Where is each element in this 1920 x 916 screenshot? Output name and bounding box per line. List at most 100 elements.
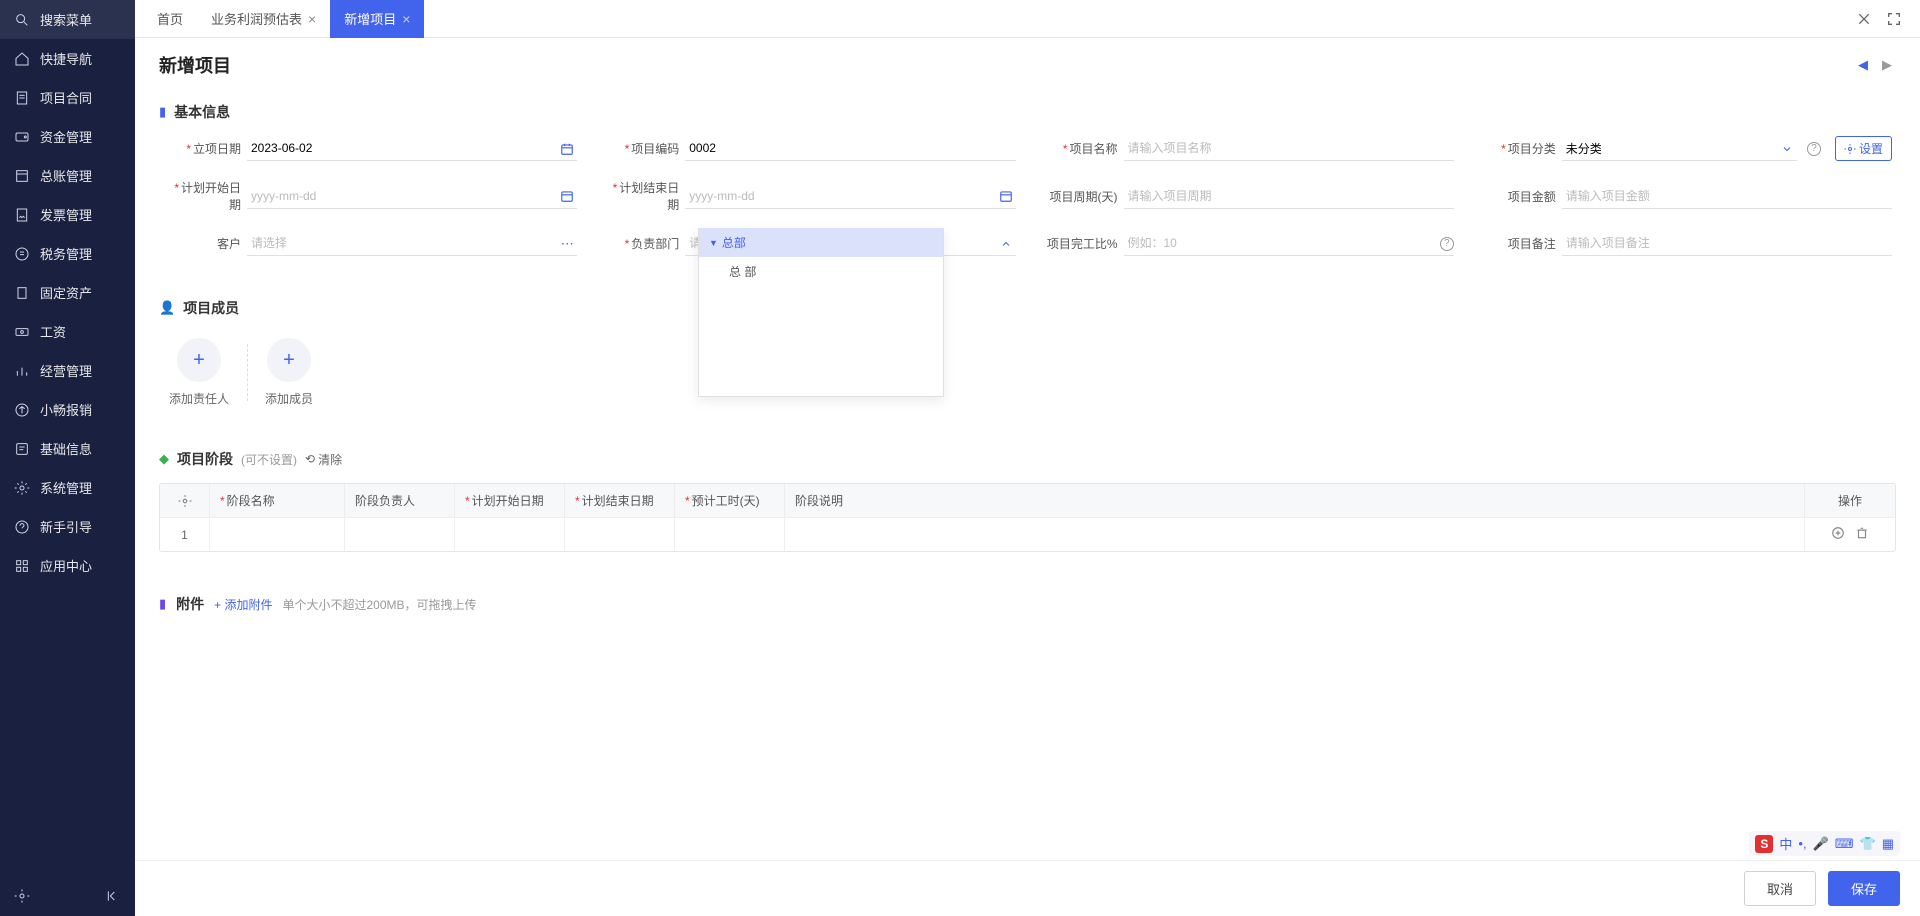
col-end: *计划结束日期 bbox=[565, 484, 675, 517]
stage-icon: ◆ bbox=[159, 451, 169, 467]
col-name: *阶段名称 bbox=[210, 484, 345, 517]
home-icon bbox=[14, 51, 30, 67]
settings-button[interactable]: 设置 bbox=[1835, 136, 1892, 161]
prev-icon[interactable]: ◀ bbox=[1854, 56, 1872, 74]
sidebar-item-funds[interactable]: 资金管理 bbox=[0, 117, 135, 156]
sidebar-item-invoice[interactable]: 发票管理 bbox=[0, 195, 135, 234]
sidebar-item-tax[interactable]: 税务管理 bbox=[0, 234, 135, 273]
ledger-icon bbox=[14, 168, 30, 184]
building-icon bbox=[14, 285, 30, 301]
help-icon[interactable]: ? bbox=[1440, 237, 1454, 251]
ime-lang[interactable]: 中 bbox=[1779, 834, 1792, 853]
more-icon[interactable]: ⋯ bbox=[559, 236, 575, 252]
tab-profit[interactable]: 业务利润预估表× bbox=[197, 0, 330, 38]
card-stages: ◆ 项目阶段 (可不设置) ⟲ 清除 *阶段名称 阶段负责人 *计划开始日期 *… bbox=[149, 435, 1906, 566]
stage-clear[interactable]: ⟲ 清除 bbox=[305, 451, 342, 468]
calendar-icon[interactable] bbox=[559, 188, 575, 204]
input-cycle[interactable] bbox=[1124, 184, 1454, 209]
input-category[interactable] bbox=[1562, 136, 1797, 161]
sidebar-item-basic[interactable]: 基础信息 bbox=[0, 429, 135, 468]
section-title-stages: 项目阶段 bbox=[177, 449, 233, 469]
salary-icon bbox=[14, 324, 30, 340]
sidebar-search[interactable]: 搜索菜单 bbox=[0, 0, 135, 39]
section-title-members: 项目成员 bbox=[183, 298, 239, 318]
next-icon[interactable]: ▶ bbox=[1878, 56, 1896, 74]
collapse-icon[interactable] bbox=[105, 888, 121, 904]
ime-tool-icon[interactable]: ▦ bbox=[1882, 836, 1894, 852]
sidebar-item-system[interactable]: 系统管理 bbox=[0, 468, 135, 507]
col-desc: 阶段说明 bbox=[785, 484, 1805, 517]
input-customer[interactable] bbox=[247, 231, 577, 256]
calendar-icon[interactable] bbox=[998, 188, 1014, 204]
input-code[interactable] bbox=[685, 136, 1015, 161]
tabs-bar: 首页 业务利润预估表× 新增项目× bbox=[135, 0, 1920, 38]
sidebar-item-ledger[interactable]: 总账管理 bbox=[0, 156, 135, 195]
chevron-down-icon[interactable] bbox=[1779, 141, 1795, 157]
sidebar-item-operation[interactable]: 经营管理 bbox=[0, 351, 135, 390]
search-icon bbox=[14, 12, 30, 28]
section-title-attach: 附件 bbox=[176, 594, 204, 614]
close-page-icon[interactable] bbox=[1854, 9, 1874, 29]
close-icon[interactable]: × bbox=[402, 11, 410, 27]
info-icon bbox=[14, 441, 30, 457]
settings-icon[interactable] bbox=[14, 888, 30, 904]
sidebar-item-guide[interactable]: 新手引导 bbox=[0, 507, 135, 546]
ime-skin-icon[interactable]: 👕 bbox=[1860, 836, 1876, 852]
sidebar-item-apps[interactable]: 应用中心 bbox=[0, 546, 135, 585]
stage-table: *阶段名称 阶段负责人 *计划开始日期 *计划结束日期 *预计工时(天) 阶段说… bbox=[159, 483, 1896, 552]
col-start: *计划开始日期 bbox=[455, 484, 565, 517]
dropdown-item-child[interactable]: 总 部 bbox=[699, 257, 943, 286]
section-title-basic: 基本信息 bbox=[174, 102, 230, 122]
cancel-button[interactable]: 取消 bbox=[1744, 871, 1816, 906]
gear-icon bbox=[14, 480, 30, 496]
input-date[interactable] bbox=[247, 136, 577, 161]
tab-newproject[interactable]: 新增项目× bbox=[330, 0, 424, 38]
section-icon: ▮ bbox=[159, 104, 166, 120]
input-ratio[interactable] bbox=[1124, 231, 1454, 256]
close-icon[interactable]: × bbox=[308, 11, 316, 27]
sidebar-item-quicknav[interactable]: 快捷导航 bbox=[0, 39, 135, 78]
save-button[interactable]: 保存 bbox=[1828, 871, 1900, 906]
expense-icon bbox=[14, 402, 30, 418]
input-plan-end[interactable] bbox=[685, 184, 1015, 209]
add-attachment[interactable]: + 添加附件 bbox=[214, 596, 272, 613]
input-name[interactable] bbox=[1124, 136, 1454, 161]
sidebar-item-salary[interactable]: 工资 bbox=[0, 312, 135, 351]
tab-home[interactable]: 首页 bbox=[143, 0, 197, 38]
col-hours: *预计工时(天) bbox=[675, 484, 785, 517]
ime-logo-icon[interactable]: S bbox=[1755, 835, 1773, 853]
sidebar-search-label: 搜索菜单 bbox=[40, 10, 92, 29]
add-row-icon[interactable] bbox=[1831, 526, 1845, 543]
help-icon[interactable]: ? bbox=[1807, 142, 1821, 156]
table-row[interactable]: 1 bbox=[160, 517, 1895, 551]
input-amount[interactable] bbox=[1562, 184, 1892, 209]
attachment-hint: 单个大小不超过200MB，可拖拽上传 bbox=[283, 596, 477, 613]
ime-punct-icon[interactable]: •, bbox=[1798, 836, 1806, 851]
ime-mic-icon[interactable]: 🎤 bbox=[1813, 836, 1829, 852]
add-member-button[interactable]: + bbox=[267, 338, 311, 382]
chevron-up-icon[interactable] bbox=[998, 236, 1014, 252]
footer: 取消 保存 bbox=[135, 860, 1920, 916]
delete-row-icon[interactable] bbox=[1855, 526, 1869, 543]
chart-icon bbox=[14, 363, 30, 379]
fullscreen-icon[interactable] bbox=[1884, 9, 1904, 29]
folder-icon: ▮ bbox=[159, 596, 166, 612]
apps-icon bbox=[14, 558, 30, 574]
page-header: 新增项目 ◀ ▶ bbox=[135, 38, 1920, 88]
sidebar-item-assets[interactable]: 固定资产 bbox=[0, 273, 135, 312]
department-dropdown: ▼ 总部 总 部 bbox=[698, 228, 944, 397]
col-gear[interactable] bbox=[160, 484, 210, 517]
sidebar-item-contract[interactable]: 项目合同 bbox=[0, 78, 135, 117]
caret-down-icon: ▼ bbox=[709, 238, 718, 248]
page-title: 新增项目 bbox=[159, 52, 231, 78]
sidebar-item-expense[interactable]: 小畅报销 bbox=[0, 390, 135, 429]
calendar-icon[interactable] bbox=[559, 141, 575, 157]
dropdown-item-root[interactable]: ▼ 总部 bbox=[699, 228, 943, 257]
ime-keyboard-icon[interactable]: ⌨ bbox=[1835, 836, 1854, 852]
card-attachments: ▮ 附件 + 添加附件 单个大小不超过200MB，可拖拽上传 bbox=[149, 580, 1906, 628]
input-plan-start[interactable] bbox=[247, 184, 577, 209]
add-owner-button[interactable]: + bbox=[177, 338, 221, 382]
input-remark[interactable] bbox=[1562, 231, 1892, 256]
document-icon bbox=[14, 90, 30, 106]
main: 首页 业务利润预估表× 新增项目× 新增项目 ◀ ▶ ▮ 基本信息 bbox=[135, 0, 1920, 916]
